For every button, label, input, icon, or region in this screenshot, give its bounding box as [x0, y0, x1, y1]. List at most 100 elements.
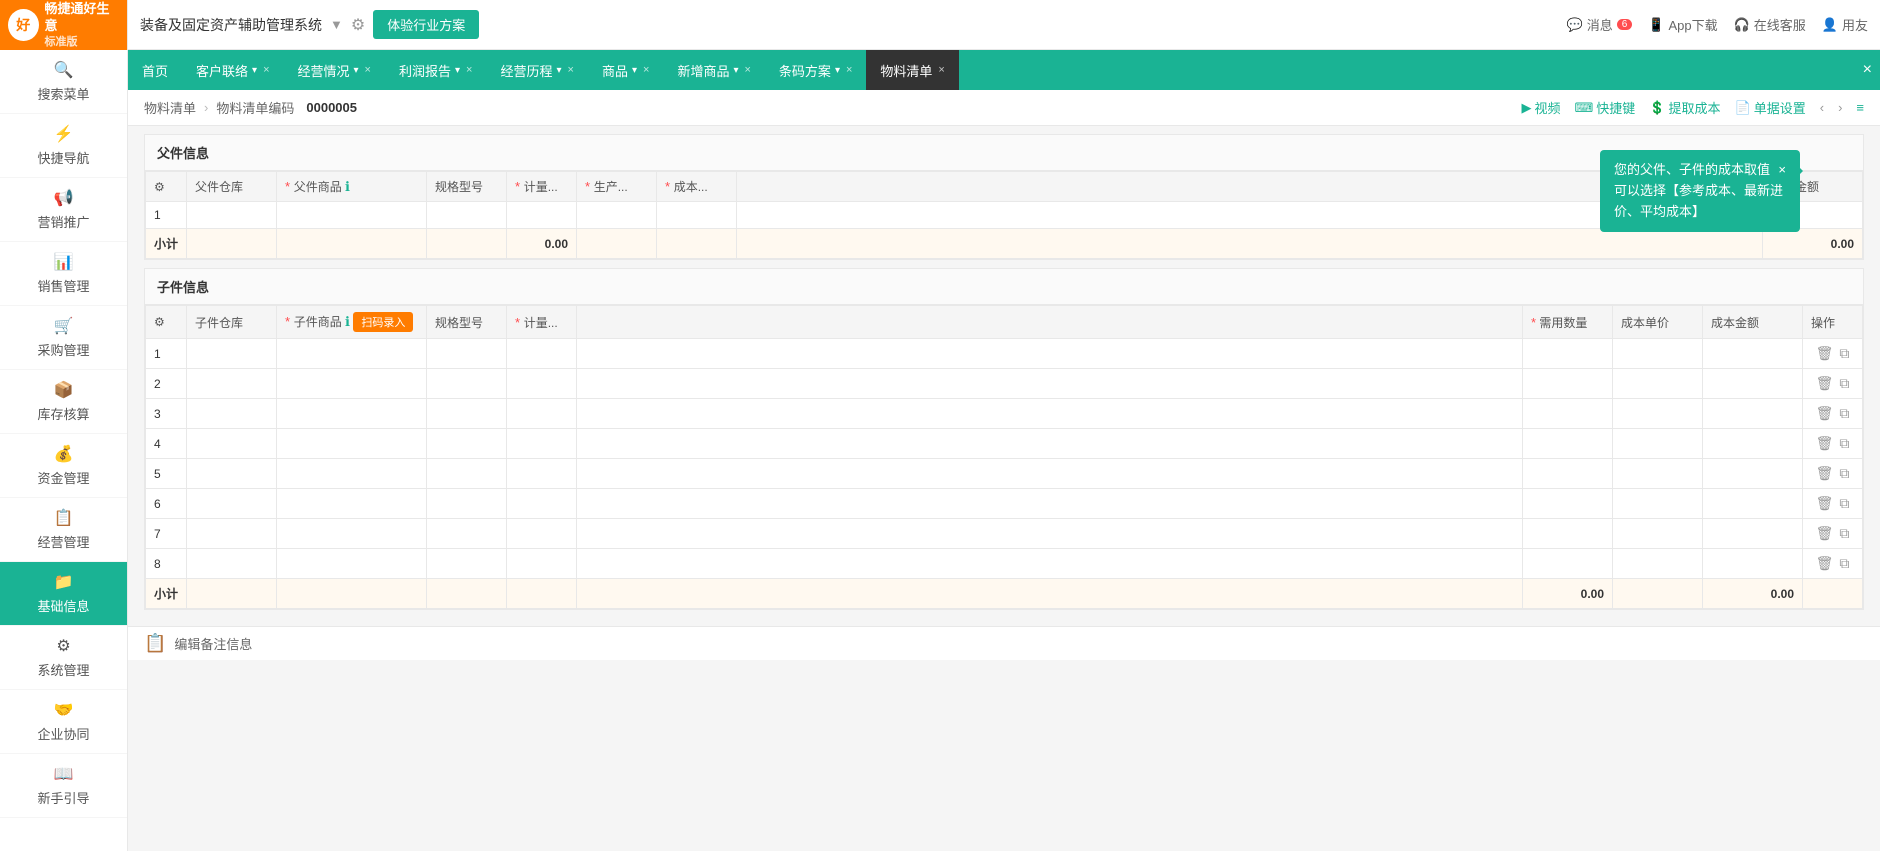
child-costamt-cell-2[interactable]	[1703, 369, 1803, 399]
child-unitcost-cell-4[interactable]	[1613, 429, 1703, 459]
child-unitcost-cell-3[interactable]	[1613, 399, 1703, 429]
child-unitcost-cell-6[interactable]	[1613, 489, 1703, 519]
child-unit-cell-5[interactable]	[507, 459, 577, 489]
child-qty-cell-3[interactable]	[1523, 399, 1613, 429]
child-qty-cell-8[interactable]	[1523, 549, 1613, 579]
tab-new-products[interactable]: 新增商品 ▾ ×	[663, 50, 764, 90]
child-unitcost-cell-2[interactable]	[1613, 369, 1703, 399]
copy-icon-2[interactable]: ⧉	[1839, 375, 1849, 392]
child-costamt-cell-1[interactable]	[1703, 339, 1803, 369]
child-unit-cell-7[interactable]	[507, 519, 577, 549]
delete-icon-6[interactable]: 🗑	[1816, 495, 1834, 512]
child-qty-cell-6[interactable]	[1523, 489, 1613, 519]
sidebar-item-purchase[interactable]: 🛒 采购管理	[0, 306, 127, 370]
delete-icon-3[interactable]: 🗑	[1816, 405, 1834, 422]
note-label[interactable]: 编辑备注信息	[174, 634, 252, 653]
child-costamt-cell-3[interactable]	[1703, 399, 1803, 429]
tab-close-products[interactable]: ×	[643, 64, 649, 76]
child-spec-cell-1[interactable]	[427, 339, 507, 369]
child-costamt-cell-4[interactable]	[1703, 429, 1803, 459]
shortcut-button[interactable]: ⌨ 快捷键	[1575, 98, 1636, 117]
parent-unit-cell[interactable]	[507, 202, 577, 229]
tab-history[interactable]: 经营历程 ▾ ×	[486, 50, 587, 90]
child-spec-cell-5[interactable]	[427, 459, 507, 489]
copy-icon-8[interactable]: ⧉	[1839, 555, 1849, 572]
sidebar-item-guide[interactable]: 📖 新手引导	[0, 754, 127, 818]
tab-close-barcode[interactable]: ×	[846, 64, 852, 76]
sidebar-item-search[interactable]: 🔍 搜索菜单	[0, 50, 127, 114]
child-unit-cell-2[interactable]	[507, 369, 577, 399]
delete-icon-8[interactable]: 🗑	[1816, 555, 1834, 572]
child-unit-cell-3[interactable]	[507, 399, 577, 429]
sidebar-item-marketing[interactable]: 📢 营销推广	[0, 178, 127, 242]
dropdown-arrow-icon[interactable]: ▼	[330, 17, 343, 32]
sidebar-item-operations[interactable]: 📋 经营管理	[0, 498, 127, 562]
child-unitcost-cell-1[interactable]	[1613, 339, 1703, 369]
delete-icon-5[interactable]: 🗑	[1816, 465, 1834, 482]
sidebar-item-sales[interactable]: 📊 销售管理	[0, 242, 127, 306]
parent-spec-cell[interactable]	[427, 202, 507, 229]
tab-close-history[interactable]: ×	[568, 64, 574, 76]
copy-icon-1[interactable]: ⧉	[1839, 345, 1849, 362]
view-video-button[interactable]: ▶ 视频	[1522, 98, 1561, 117]
child-product-cell-6[interactable]	[277, 489, 427, 519]
delete-icon-2[interactable]: 🗑	[1816, 375, 1834, 392]
child-product-cell-2[interactable]	[277, 369, 427, 399]
tab-close-operations[interactable]: ×	[365, 64, 371, 76]
grid-view-button[interactable]: ≡	[1856, 100, 1864, 115]
tab-close-new-products[interactable]: ×	[744, 64, 750, 76]
sidebar-item-enterprise[interactable]: 🤝 企业协同	[0, 690, 127, 754]
child-product-cell-3[interactable]	[277, 399, 427, 429]
child-warehouse-cell-8[interactable]	[187, 549, 277, 579]
child-qty-cell-4[interactable]	[1523, 429, 1613, 459]
message-button[interactable]: 💬 消息 6	[1567, 15, 1633, 34]
child-qty-cell-2[interactable]	[1523, 369, 1613, 399]
settings-button[interactable]: 📄 单据设置	[1735, 98, 1806, 117]
sidebar-item-inventory[interactable]: 📦 库存核算	[0, 370, 127, 434]
child-spec-cell-3[interactable]	[427, 399, 507, 429]
child-unit-cell-4[interactable]	[507, 429, 577, 459]
child-warehouse-cell-5[interactable]	[187, 459, 277, 489]
child-warehouse-cell-6[interactable]	[187, 489, 277, 519]
tab-barcode[interactable]: 条码方案 ▾ ×	[765, 50, 866, 90]
parent-col-gear[interactable]: ⚙	[146, 172, 187, 202]
extract-cost-button[interactable]: 💲 提取成本	[1649, 98, 1720, 117]
child-spec-cell-6[interactable]	[427, 489, 507, 519]
child-unit-cell-6[interactable]	[507, 489, 577, 519]
breadcrumb-item1[interactable]: 物料清单	[144, 98, 196, 117]
child-unit-cell-1[interactable]	[507, 339, 577, 369]
sidebar-item-basic-info[interactable]: 📁 基础信息	[0, 562, 127, 626]
sidebar-item-system[interactable]: ⚙ 系统管理	[0, 626, 127, 690]
copy-icon-7[interactable]: ⧉	[1839, 525, 1849, 542]
parent-product-cell[interactable]	[277, 202, 427, 229]
tab-operations[interactable]: 经营情况 ▾ ×	[284, 50, 385, 90]
tab-bom[interactable]: 物料清单 ×	[866, 50, 958, 90]
prev-record-button[interactable]: ‹	[1820, 100, 1824, 115]
child-spec-cell-4[interactable]	[427, 429, 507, 459]
parent-cost-cell[interactable]	[657, 202, 737, 229]
tooltip-close-button[interactable]: ×	[1778, 160, 1786, 181]
copy-icon-4[interactable]: ⧉	[1839, 435, 1849, 452]
child-unitcost-cell-5[interactable]	[1613, 459, 1703, 489]
child-warehouse-cell-4[interactable]	[187, 429, 277, 459]
child-warehouse-cell-1[interactable]	[187, 339, 277, 369]
delete-icon-1[interactable]: 🗑	[1816, 345, 1834, 362]
delete-icon-7[interactable]: 🗑	[1816, 525, 1834, 542]
scan-input-button[interactable]: 扫码录入	[353, 312, 413, 332]
child-col-gear[interactable]: ⚙	[146, 306, 187, 339]
online-service-button[interactable]: 🎧 在线客服	[1734, 15, 1806, 34]
child-qty-cell-5[interactable]	[1523, 459, 1613, 489]
next-record-button[interactable]: ›	[1838, 100, 1842, 115]
child-spec-cell-2[interactable]	[427, 369, 507, 399]
tab-nav-more[interactable]: ×	[1863, 61, 1880, 79]
child-costamt-cell-5[interactable]	[1703, 459, 1803, 489]
trial-button[interactable]: 体验行业方案	[373, 10, 479, 39]
sidebar-item-quicknav[interactable]: ⚡ 快捷导航	[0, 114, 127, 178]
copy-icon-6[interactable]: ⧉	[1839, 495, 1849, 512]
tab-close-profit[interactable]: ×	[466, 64, 472, 76]
delete-icon-4[interactable]: 🗑	[1816, 435, 1834, 452]
child-product-cell-7[interactable]	[277, 519, 427, 549]
tab-home[interactable]: 首页	[128, 50, 182, 90]
child-warehouse-cell-7[interactable]	[187, 519, 277, 549]
tab-close-bom[interactable]: ×	[938, 64, 944, 76]
